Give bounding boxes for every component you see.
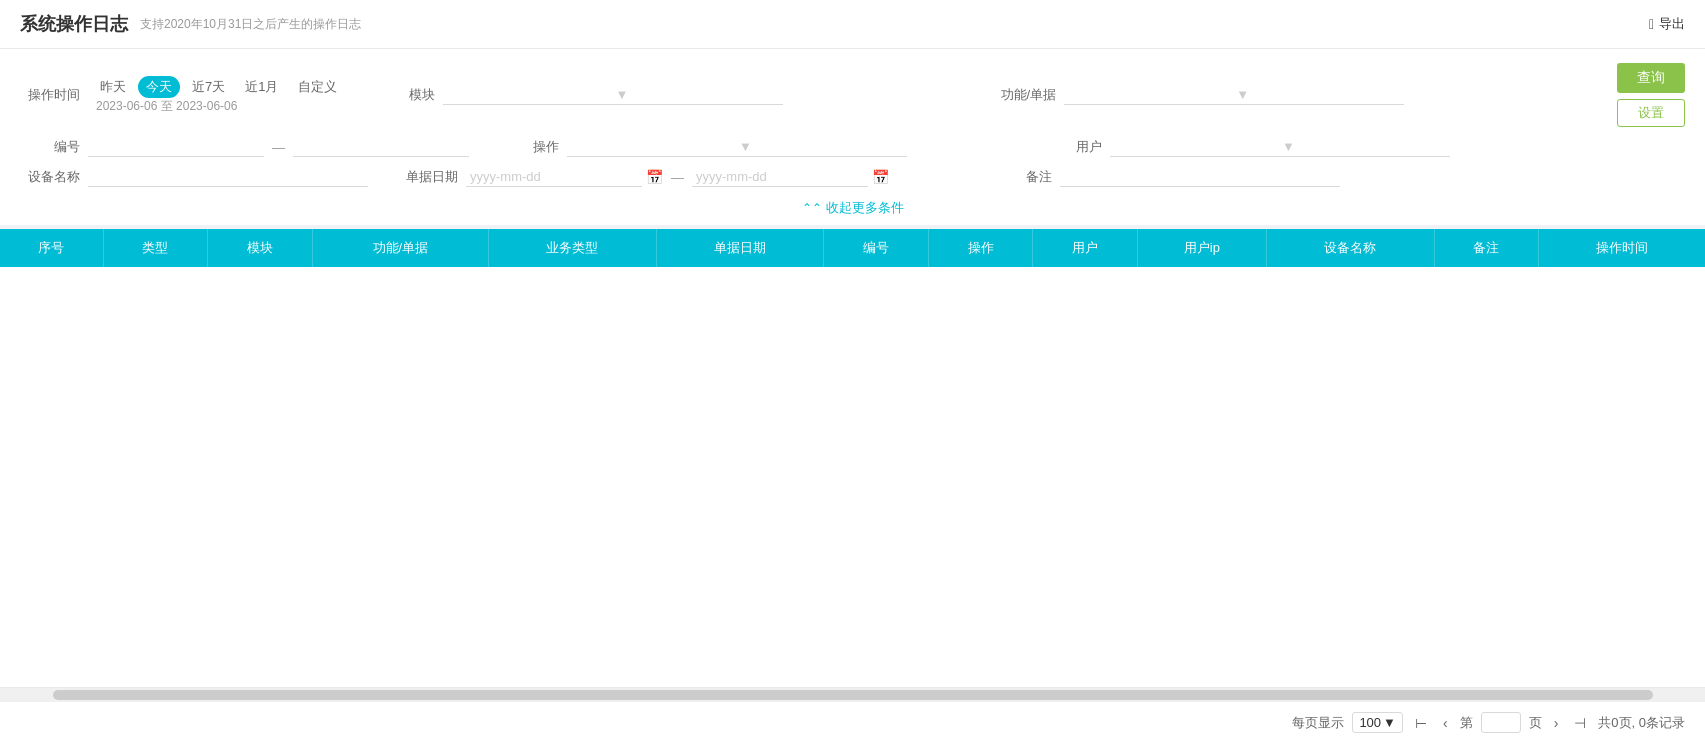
table-header-cell: 编号 [824, 229, 928, 267]
collapse-label: 收起更多条件 [826, 199, 904, 217]
user-dropdown-icon: ▼ [1282, 139, 1446, 154]
func-segment: 功能/单据 ▼ [986, 85, 1577, 105]
device-label: 设备名称 [20, 168, 80, 186]
operation-label: 操作 [499, 138, 559, 156]
time-label: 操作时间 [20, 86, 80, 104]
serial-segment: 编号 — [20, 137, 469, 157]
page-subtitle: 支持2020年10月31日之后产生的操作日志 [140, 16, 361, 33]
time-filter-segment: 操作时间 昨天 今天 近7天 近1月 自定义 2023-06-06 至 2023… [20, 76, 345, 115]
data-table: 序号类型模块功能/单据业务类型单据日期编号操作用户用户ip设备名称备注操作时间 [0, 229, 1705, 267]
table-header-cell: 类型 [103, 229, 207, 267]
first-page-btn[interactable]: ⊢ [1411, 713, 1431, 733]
page-label: 第 [1460, 714, 1473, 732]
last-page-btn[interactable]: ⊣ [1570, 713, 1590, 733]
voucher-date-segment: 单据日期 📅 — 📅 [398, 167, 962, 187]
time-buttons: 昨天 今天 近7天 近1月 自定义 [92, 76, 345, 98]
calendar-to-icon[interactable]: 📅 [872, 169, 889, 185]
table-header-cell: 功能/单据 [312, 229, 488, 267]
per-page-dropdown-icon: ▼ [1383, 715, 1396, 730]
filter-section: 操作时间 昨天 今天 近7天 近1月 自定义 2023-06-06 至 2023… [0, 49, 1705, 225]
settings-button[interactable]: 设置 [1617, 99, 1685, 127]
remark-segment: 备注 [982, 167, 1546, 187]
page-total: 共0页, 0条记录 [1598, 714, 1685, 732]
page-title: 系统操作日志 [20, 12, 128, 36]
operation-dropdown-icon: ▼ [739, 139, 903, 154]
table-header-cell: 用户 [1033, 229, 1137, 267]
last7-btn[interactable]: 近7天 [184, 76, 233, 98]
operation-segment: 操作 ▼ [499, 137, 1012, 157]
func-select[interactable]: ▼ [1064, 85, 1404, 105]
device-segment: 设备名称 [20, 167, 368, 187]
serial-input-from[interactable] [88, 137, 264, 157]
func-dropdown-icon: ▼ [1236, 87, 1400, 102]
yesterday-btn[interactable]: 昨天 [92, 76, 134, 98]
data-table-wrapper: 序号类型模块功能/单据业务类型单据日期编号操作用户用户ip设备名称备注操作时间 [0, 229, 1705, 687]
table-header-cell: 业务类型 [489, 229, 657, 267]
table-header-cell: 单据日期 [656, 229, 824, 267]
table-header-cell: 备注 [1434, 229, 1538, 267]
table-header-cell: 操作 [928, 229, 1032, 267]
page-unit: 页 [1529, 714, 1542, 732]
export-label: 导出 [1659, 15, 1685, 33]
last1m-btn[interactable]: 近1月 [237, 76, 286, 98]
serial-label: 编号 [20, 138, 80, 156]
per-page-value: 100 [1359, 715, 1381, 730]
func-label: 功能/单据 [986, 86, 1056, 104]
export-icon:  [1649, 16, 1654, 32]
voucher-date-dash: — [671, 170, 684, 185]
table-header-cell: 用户ip [1137, 229, 1266, 267]
serial-input-to[interactable] [293, 137, 469, 157]
voucher-date-from[interactable] [466, 167, 642, 187]
page-number-input[interactable]: 1 [1481, 712, 1521, 733]
user-select[interactable]: ▼ [1110, 137, 1450, 157]
time-date-range: 2023-06-06 至 2023-06-06 [96, 98, 345, 115]
per-page-label: 每页显示 [1292, 714, 1344, 732]
table-header-cell: 设备名称 [1266, 229, 1434, 267]
table-header-row: 序号类型模块功能/单据业务类型单据日期编号操作用户用户ip设备名称备注操作时间 [0, 229, 1705, 267]
table-header-cell: 序号 [0, 229, 103, 267]
custom-btn[interactable]: 自定义 [290, 76, 345, 98]
collapse-button[interactable]: ⌃⌃ 收起更多条件 [802, 199, 904, 217]
calendar-from-icon[interactable]: 📅 [646, 169, 663, 185]
table-header: 序号类型模块功能/单据业务类型单据日期编号操作用户用户ip设备名称备注操作时间 [0, 229, 1705, 267]
module-dropdown-icon: ▼ [615, 87, 779, 102]
page-header: 系统操作日志 支持2020年10月31日之后产生的操作日志  导出 [0, 0, 1705, 49]
export-button[interactable]:  导出 [1649, 15, 1685, 33]
pagination-bar: 每页显示 100 ▼ ⊢ ‹ 第 1 页 › ⊣ 共0页, 0条记录 [0, 701, 1705, 743]
user-segment: 用户 ▼ [1032, 137, 1545, 157]
collapse-bar: ⌃⌃ 收起更多条件 [20, 193, 1685, 219]
action-buttons: 查询 设置 [1617, 63, 1685, 127]
horizontal-scrollbar[interactable] [0, 687, 1705, 701]
voucher-date-label: 单据日期 [398, 168, 458, 186]
user-label: 用户 [1032, 138, 1102, 156]
per-page-select[interactable]: 100 ▼ [1352, 712, 1403, 733]
serial-dash: — [272, 140, 285, 155]
device-input[interactable] [88, 167, 368, 187]
collapse-icon: ⌃⌃ [802, 201, 822, 215]
prev-page-btn[interactable]: ‹ [1439, 713, 1452, 733]
module-select[interactable]: ▼ [443, 85, 783, 105]
query-button[interactable]: 查询 [1617, 63, 1685, 93]
remark-input[interactable] [1060, 167, 1340, 187]
scrollbar-thumb[interactable] [53, 690, 1653, 700]
table-header-cell: 模块 [208, 229, 312, 267]
module-segment: 模块 ▼ [375, 85, 966, 105]
voucher-date-to[interactable] [692, 167, 868, 187]
today-btn[interactable]: 今天 [138, 76, 180, 98]
module-label: 模块 [375, 86, 435, 104]
next-page-btn[interactable]: › [1550, 713, 1563, 733]
remark-label: 备注 [982, 168, 1052, 186]
table-header-cell: 操作时间 [1538, 229, 1705, 267]
operation-select[interactable]: ▼ [567, 137, 907, 157]
